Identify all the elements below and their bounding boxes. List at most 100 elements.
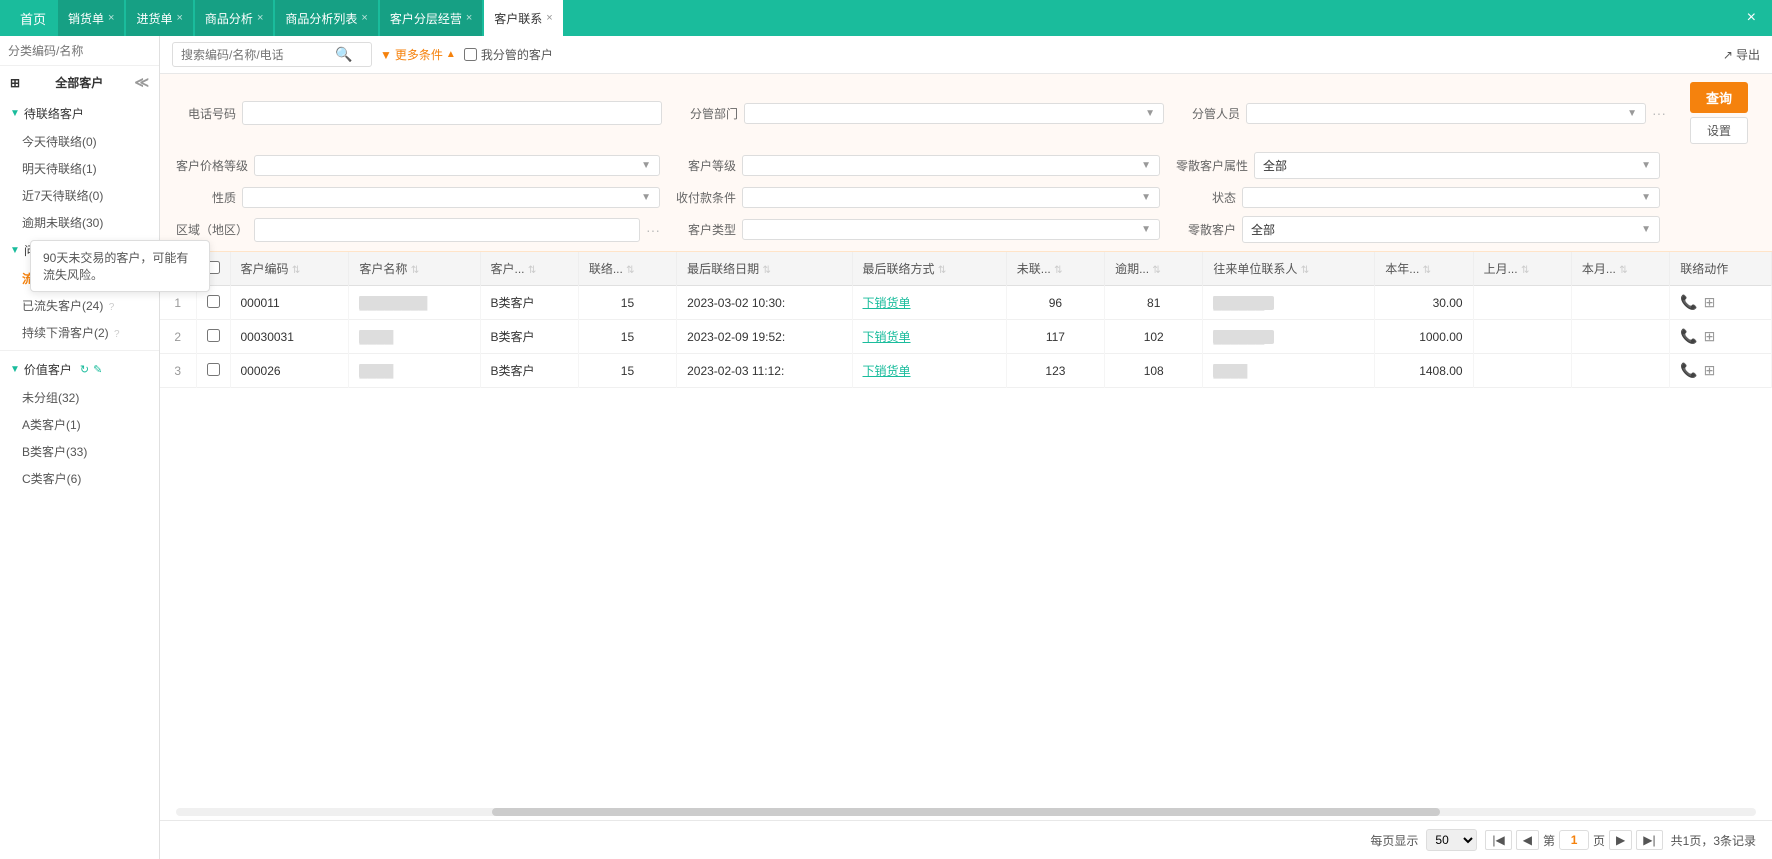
contact-icon[interactable]: 📞 bbox=[1680, 362, 1697, 379]
sidebar-item-b-class[interactable]: B类客户(33) bbox=[0, 438, 159, 465]
edit-icon[interactable]: ✎ bbox=[93, 363, 102, 376]
table-row: 2 00030031 ████ B类客户 15 2023-02-09 19:52… bbox=[160, 320, 1772, 354]
search-input[interactable] bbox=[181, 48, 331, 62]
retail-attr-select[interactable]: 全部 ▼ bbox=[1254, 152, 1660, 179]
sidebar-item-churned[interactable]: 已流失客户(24) ? bbox=[0, 292, 159, 319]
row-select-checkbox[interactable] bbox=[207, 295, 220, 308]
sort-icon[interactable]: ⇅ bbox=[1521, 265, 1529, 276]
my-customers-check[interactable] bbox=[464, 48, 477, 61]
status-select[interactable]: ▼ bbox=[1242, 187, 1660, 208]
col-code: 客户编码 ⇅ bbox=[230, 252, 349, 286]
price-level-select[interactable]: ▼ bbox=[254, 155, 660, 176]
total-label: 共1页，3条记录 bbox=[1671, 832, 1756, 849]
sidebar-group-pending[interactable]: ▼ 待联络客户 bbox=[0, 99, 159, 128]
collapse-icon[interactable]: ≪ bbox=[134, 74, 149, 91]
nav-tab-purchase[interactable]: 进货单 × bbox=[126, 0, 192, 36]
sort-icon[interactable]: ⇅ bbox=[1054, 265, 1062, 276]
row-last-method: 下销货单 bbox=[852, 354, 1006, 388]
sort-icon[interactable]: ⇅ bbox=[1152, 265, 1160, 276]
nav-tab-label: 客户分层经营 bbox=[390, 10, 462, 27]
close-icon[interactable]: × bbox=[466, 12, 472, 24]
dept-select[interactable]: ▼ bbox=[744, 103, 1164, 124]
close-icon[interactable]: × bbox=[108, 12, 114, 24]
sort-icon[interactable]: ⇅ bbox=[1301, 265, 1309, 276]
sort-icon[interactable]: ⇅ bbox=[626, 265, 634, 276]
payment-select[interactable]: ▼ bbox=[742, 187, 1160, 208]
more-icon[interactable]: ··· bbox=[1652, 105, 1666, 121]
sidebar-item-c-class[interactable]: C类客户(6) bbox=[0, 465, 159, 492]
sidebar-item-a-class[interactable]: A类客户(1) bbox=[0, 411, 159, 438]
sidebar-item-overdue[interactable]: 逾期未联络(30) bbox=[0, 209, 159, 236]
sort-icon[interactable]: ⇅ bbox=[411, 265, 419, 276]
more-actions-icon[interactable]: ⊞ bbox=[1704, 362, 1716, 379]
col-overdue-label: 逾期... bbox=[1115, 262, 1149, 276]
my-customers-checkbox[interactable]: 我分管的客户 bbox=[464, 46, 553, 63]
person-field: 分管人员 ▼ ··· bbox=[1180, 103, 1666, 124]
sidebar-item-tomorrow[interactable]: 明天待联络(1) bbox=[0, 155, 159, 182]
row-overdue: 81 bbox=[1105, 286, 1203, 320]
query-button[interactable]: 查询 bbox=[1690, 82, 1748, 113]
sidebar-search-input[interactable] bbox=[8, 44, 160, 58]
sidebar-item-ungroup[interactable]: 未分组(32) bbox=[0, 384, 159, 411]
sidebar-item-7days[interactable]: 近7天待联络(0) bbox=[0, 182, 159, 209]
nav-home[interactable]: 首页 bbox=[8, 9, 58, 28]
blurred-name: ████ bbox=[359, 330, 393, 344]
row-select-checkbox[interactable] bbox=[207, 329, 220, 342]
sort-icon[interactable]: ⇅ bbox=[1423, 265, 1431, 276]
scrollbar-thumb[interactable] bbox=[492, 808, 1440, 816]
page-input[interactable] bbox=[1559, 830, 1589, 850]
search-button[interactable]: 🔍 bbox=[335, 46, 352, 63]
export-button[interactable]: ↗ 导出 bbox=[1723, 46, 1760, 63]
horizontal-scrollbar[interactable] bbox=[176, 808, 1756, 816]
customer-type-select[interactable]: ▼ bbox=[742, 219, 1160, 240]
row-name: ████████ bbox=[349, 286, 480, 320]
nav-tab-customer-tier[interactable]: 客户分层经营 × bbox=[380, 0, 482, 36]
nature-select[interactable]: ▼ bbox=[242, 187, 660, 208]
row-contact-person: ██████... bbox=[1203, 286, 1375, 320]
more-actions-icon[interactable]: ⊞ bbox=[1704, 294, 1716, 311]
row-action: 📞 ⊞ bbox=[1670, 320, 1772, 354]
more-actions-icon[interactable]: ⊞ bbox=[1704, 328, 1716, 345]
next-page-button[interactable]: ▶ bbox=[1609, 830, 1632, 850]
contact-icon[interactable]: 📞 bbox=[1680, 328, 1697, 345]
sidebar-item-today[interactable]: 今天待联络(0) bbox=[0, 128, 159, 155]
setting-button[interactable]: 设置 bbox=[1690, 117, 1748, 144]
sort-icon[interactable]: ⇅ bbox=[292, 265, 300, 276]
last-page-button[interactable]: ▶| bbox=[1636, 830, 1662, 850]
region-input[interactable] bbox=[254, 218, 640, 242]
phone-input[interactable] bbox=[242, 101, 662, 125]
retail-customer-select[interactable]: 全部 ▼ bbox=[1242, 216, 1660, 243]
refresh-icon[interactable]: ↻ bbox=[80, 363, 89, 376]
retail-attr-field: 零散客户属性 全部 ▼ bbox=[1176, 152, 1660, 179]
nav-tab-analysis[interactable]: 商品分析 × bbox=[195, 0, 273, 36]
customer-type-field: 客户类型 ▼ bbox=[676, 219, 1160, 240]
payment-label: 收付款条件 bbox=[676, 189, 736, 206]
sidebar-item-declining[interactable]: 持续下滑客户(2) ? bbox=[0, 319, 159, 346]
close-icon[interactable]: × bbox=[361, 12, 367, 24]
row-select-checkbox[interactable] bbox=[207, 363, 220, 376]
sort-icon[interactable]: ⇅ bbox=[938, 265, 946, 276]
method-link[interactable]: 下销货单 bbox=[863, 364, 911, 378]
method-link[interactable]: 下销货单 bbox=[863, 330, 911, 344]
close-icon[interactable]: × bbox=[546, 12, 552, 24]
close-icon[interactable]: × bbox=[257, 12, 263, 24]
prev-page-button[interactable]: ◀ bbox=[1516, 830, 1539, 850]
sort-icon[interactable]: ⇅ bbox=[1619, 265, 1627, 276]
close-app-button[interactable]: × bbox=[1739, 9, 1764, 27]
method-link[interactable]: 下销货单 bbox=[863, 296, 911, 310]
nav-tab-sales[interactable]: 销货单 × bbox=[58, 0, 124, 36]
close-icon[interactable]: × bbox=[176, 12, 182, 24]
person-select[interactable]: ▼ bbox=[1246, 103, 1646, 124]
first-page-button[interactable]: |◀ bbox=[1485, 830, 1511, 850]
sidebar-group-value[interactable]: ▼ 价值客户 ↻ ✎ bbox=[0, 355, 159, 384]
sort-icon[interactable]: ⇅ bbox=[528, 265, 536, 276]
nav-tab-analysis-list[interactable]: 商品分析列表 × bbox=[275, 0, 377, 36]
per-page-select[interactable]: 50 100 200 bbox=[1426, 829, 1477, 851]
nav-tab-customer-contact[interactable]: 客户联系 × bbox=[484, 0, 562, 36]
sort-icon[interactable]: ⇅ bbox=[762, 265, 770, 276]
more-icon[interactable]: ··· bbox=[646, 222, 660, 238]
contact-icon[interactable]: 📞 bbox=[1680, 294, 1697, 311]
customer-level-select[interactable]: ▼ bbox=[742, 155, 1160, 176]
sidebar-all-customers[interactable]: ⊞ 全部客户 ≪ bbox=[0, 66, 159, 99]
more-conditions-button[interactable]: ▼ 更多条件 ▲ bbox=[380, 46, 456, 63]
